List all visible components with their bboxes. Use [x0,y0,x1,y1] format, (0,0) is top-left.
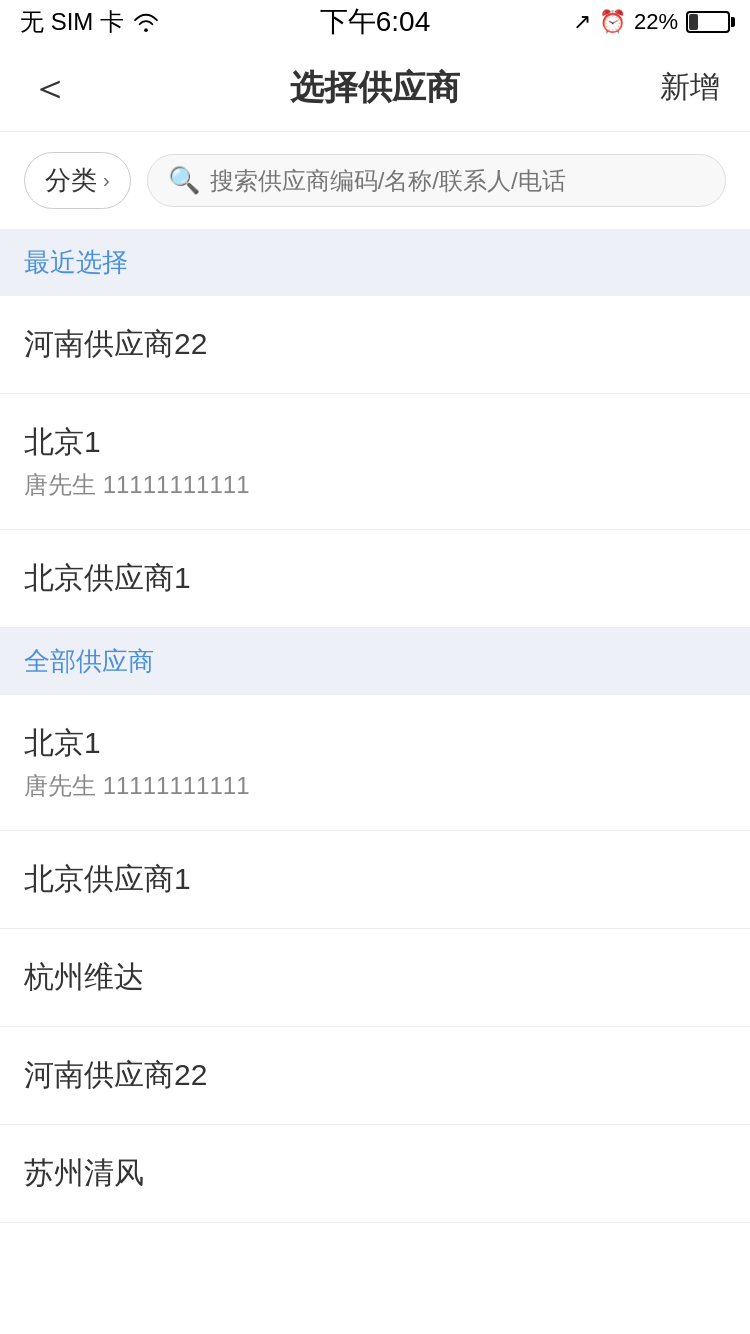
list-item[interactable]: 苏州清风 [0,1125,750,1223]
battery-text: 22% [634,9,678,35]
all-list: 北京1 唐先生 11111111111 北京供应商1 杭州维达 河南供应商22 … [0,695,750,1223]
status-bar-right: ↗ ⏰ 22% [573,9,730,35]
item-sub: 唐先生 11111111111 [24,770,726,802]
recent-list: 河南供应商22 北京1 唐先生 11111111111 北京供应商1 [0,296,750,628]
battery-indicator [686,11,730,33]
list-item[interactable]: 北京1 唐先生 11111111111 [0,394,750,530]
wifi-icon [132,12,160,32]
list-item[interactable]: 河南供应商22 [0,1027,750,1125]
alarm-icon: ⏰ [599,9,626,35]
list-item[interactable]: 北京供应商1 [0,530,750,628]
item-name: 苏州清风 [24,1153,726,1194]
item-name: 杭州维达 [24,957,726,998]
recent-section-header: 最近选择 [0,229,750,296]
filter-bar: 分类 › 🔍 [0,132,750,229]
search-icon: 🔍 [168,165,200,196]
item-name: 北京1 [24,422,726,463]
recent-section-label: 最近选择 [24,247,128,277]
location-icon: ↗ [573,9,591,35]
search-box[interactable]: 🔍 [147,154,726,207]
item-sub: 唐先生 11111111111 [24,469,726,501]
list-item[interactable]: 杭州维达 [0,929,750,1027]
page-title: 选择供应商 [290,65,460,111]
item-name: 河南供应商22 [24,1055,726,1096]
item-name: 北京1 [24,723,726,764]
item-name: 河南供应商22 [24,324,726,365]
category-filter[interactable]: 分类 › [24,152,131,209]
list-item[interactable]: 北京供应商1 [0,831,750,929]
status-bar: 无 SIM 卡 下午6:04 ↗ ⏰ 22% [0,0,750,44]
item-name: 北京供应商1 [24,558,726,599]
back-button[interactable]: ＜ [30,60,90,115]
sim-text: 无 SIM 卡 [20,6,124,38]
list-item[interactable]: 北京1 唐先生 11111111111 [0,695,750,831]
add-button[interactable]: 新增 [660,67,720,108]
category-label: 分类 [45,163,97,198]
list-item[interactable]: 河南供应商22 [0,296,750,394]
status-bar-left: 无 SIM 卡 [20,6,160,38]
all-section-header: 全部供应商 [0,628,750,695]
search-input[interactable] [210,167,705,195]
item-name: 北京供应商1 [24,859,726,900]
nav-bar: ＜ 选择供应商 新增 [0,44,750,132]
chevron-right-icon: › [103,169,110,192]
all-section-label: 全部供应商 [24,646,154,676]
status-bar-time: 下午6:04 [320,3,431,41]
